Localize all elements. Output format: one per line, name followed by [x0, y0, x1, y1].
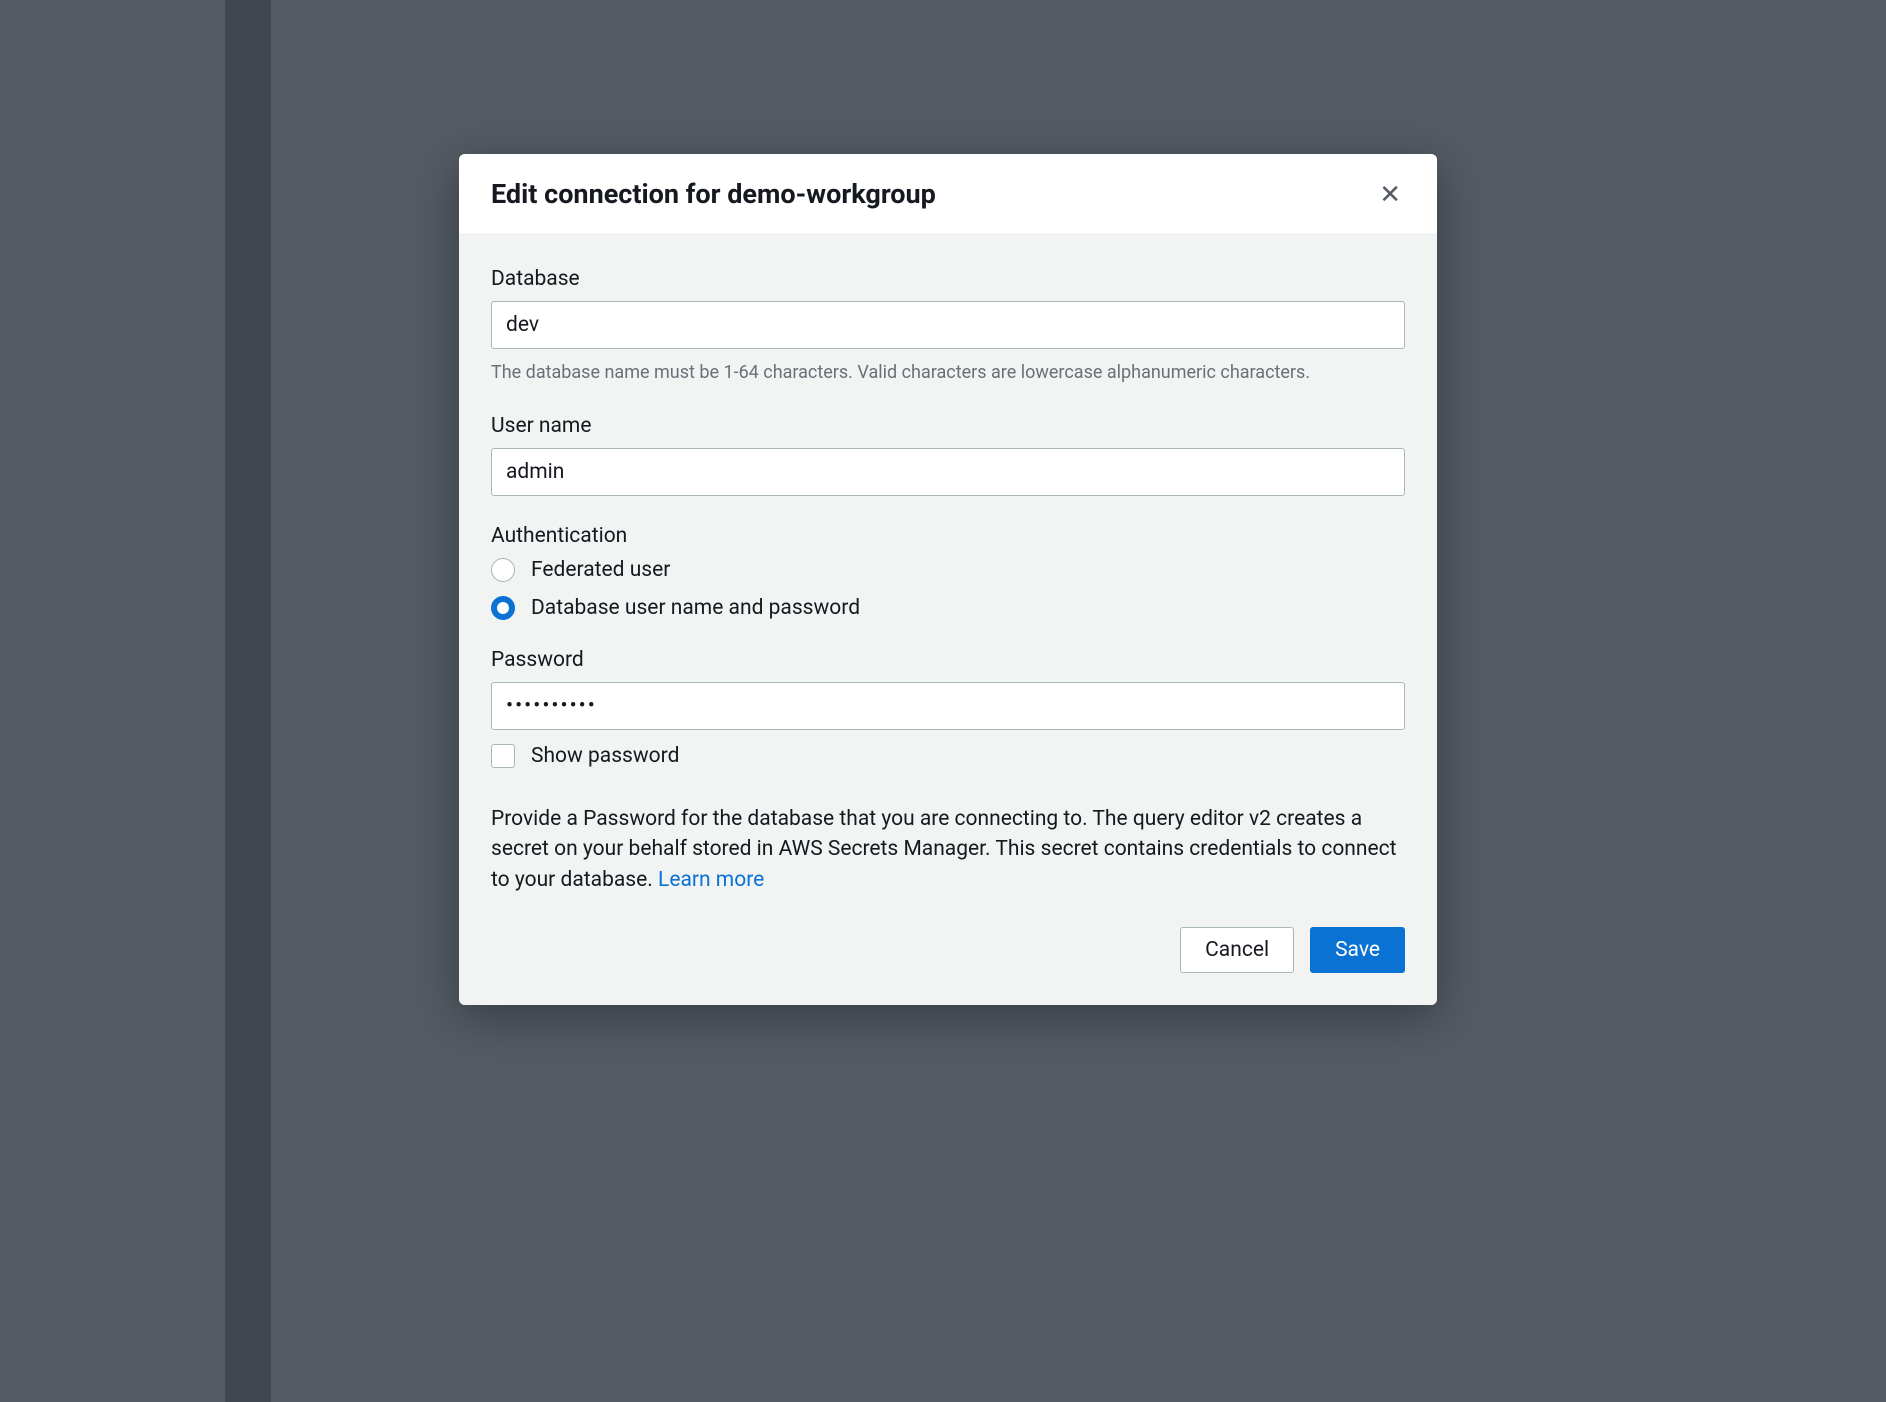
username-field-group: User name [491, 414, 1405, 496]
cancel-button[interactable]: Cancel [1180, 927, 1294, 973]
authentication-field-group: Authentication Federated user Database u… [491, 524, 1405, 620]
username-input[interactable] [491, 448, 1405, 496]
username-label: User name [491, 414, 1405, 438]
radio-db-user-password[interactable]: Database user name and password [491, 596, 1405, 620]
database-label: Database [491, 267, 1405, 291]
database-helper-text: The database name must be 1-64 character… [491, 359, 1405, 386]
left-sidebar-region [0, 0, 225, 1402]
learn-more-link[interactable]: Learn more [658, 868, 764, 892]
radio-icon [491, 558, 515, 582]
radio-icon [491, 596, 515, 620]
radio-label: Federated user [531, 558, 670, 582]
edit-connection-modal: Edit connection for demo-workgroup ✕ Dat… [459, 154, 1437, 1005]
modal-footer-buttons: Cancel Save [491, 927, 1405, 973]
authentication-radio-group: Federated user Database user name and pa… [491, 558, 1405, 620]
password-label: Password [491, 648, 1405, 672]
radio-label: Database user name and password [531, 596, 860, 620]
sidebar-divider-region [225, 0, 271, 1402]
save-button[interactable]: Save [1310, 927, 1405, 973]
radio-federated-user[interactable]: Federated user [491, 558, 1405, 582]
password-input[interactable] [491, 682, 1405, 730]
show-password-checkbox[interactable]: Show password [491, 744, 1405, 768]
database-field-group: Database The database name must be 1-64 … [491, 267, 1405, 386]
checkbox-icon [491, 744, 515, 768]
info-text-content: Provide a Password for the database that… [491, 807, 1397, 892]
authentication-label: Authentication [491, 524, 1405, 548]
modal-header: Edit connection for demo-workgroup ✕ [459, 154, 1437, 235]
close-icon[interactable]: ✕ [1375, 181, 1405, 207]
password-field-group: Password Show password [491, 648, 1405, 768]
password-info-text: Provide a Password for the database that… [491, 804, 1405, 895]
modal-body: Database The database name must be 1-64 … [459, 235, 1437, 1005]
modal-title: Edit connection for demo-workgroup [491, 178, 936, 210]
database-input[interactable] [491, 301, 1405, 349]
show-password-label: Show password [531, 744, 679, 768]
